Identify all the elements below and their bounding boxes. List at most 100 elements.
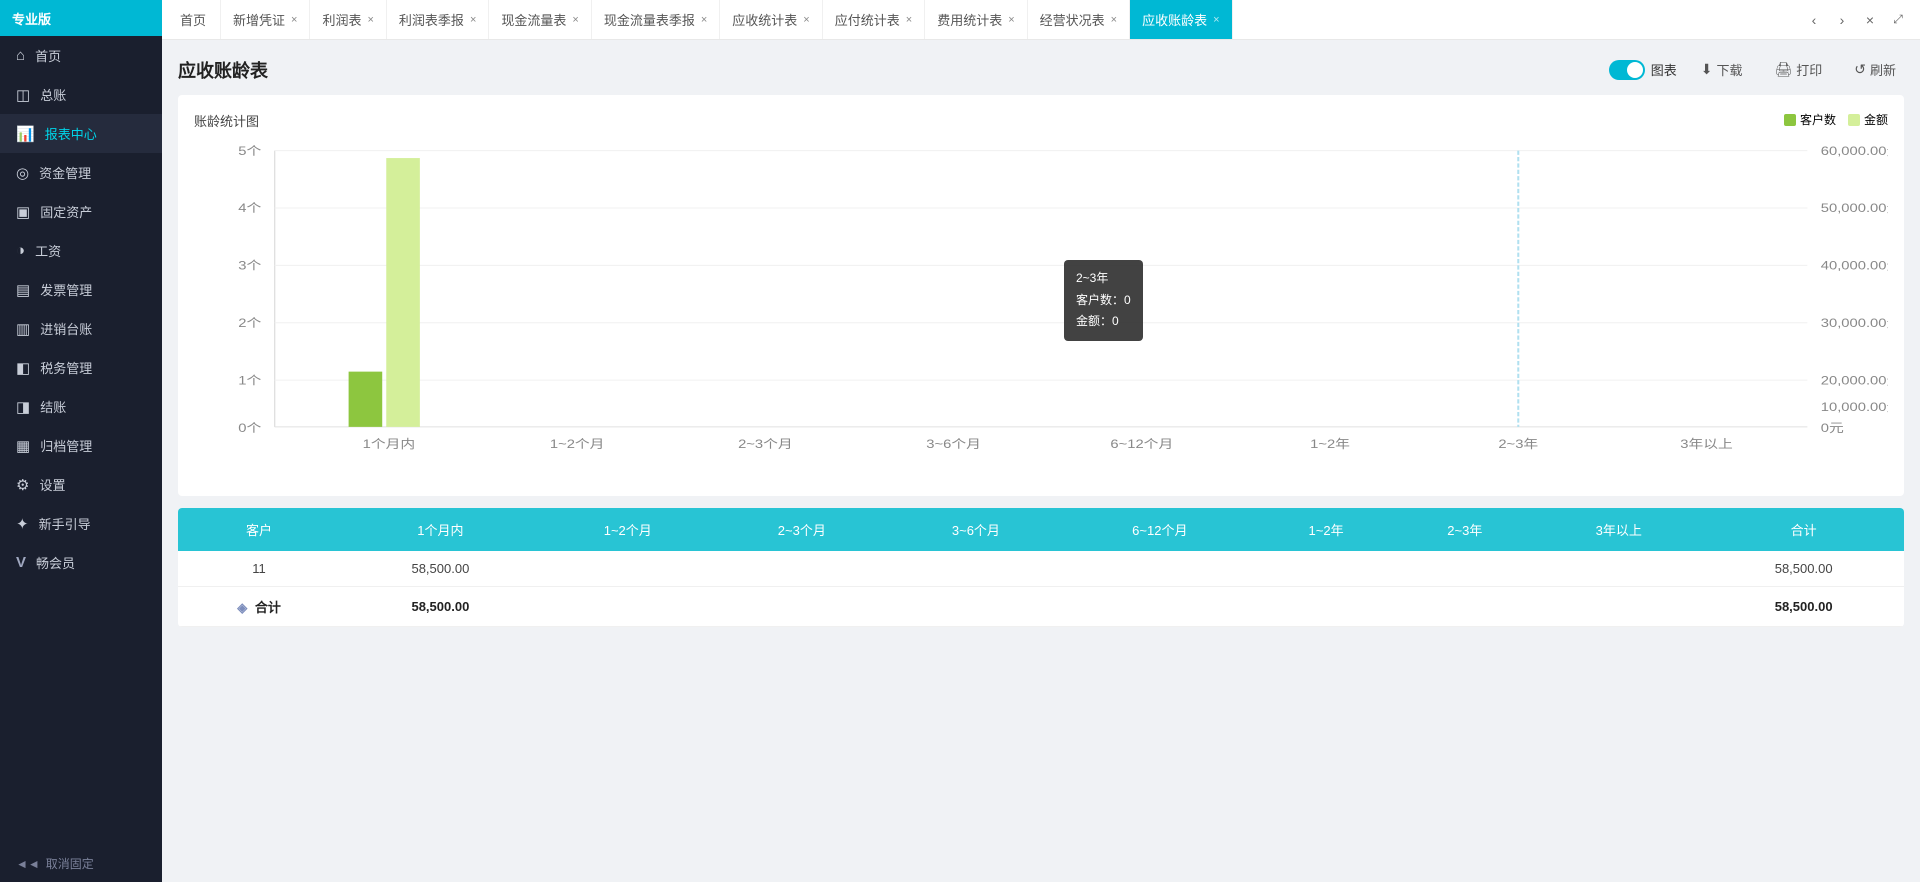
- tab-voucher[interactable]: 新增凭证 ×: [221, 0, 310, 40]
- tab-actions: ‹ › × ⤢: [1796, 8, 1916, 32]
- tab-ar-aging[interactable]: 应收账龄表 ×: [1130, 0, 1232, 40]
- vip-icon: V: [16, 554, 26, 571]
- sidebar-item-label: 归档管理: [40, 436, 92, 455]
- cell-total-year23: [1395, 587, 1534, 627]
- sidebar-item-home[interactable]: ⌂ 首页: [0, 36, 162, 75]
- legend-amount: 金额: [1848, 111, 1888, 128]
- table-row: 11 58,500.00 58,500.00: [178, 551, 1904, 587]
- bar-customers-month1: [349, 372, 383, 427]
- tab-cashflow-close[interactable]: ×: [572, 14, 578, 26]
- tab-home-label: 首页: [180, 10, 206, 29]
- sidebar-item-label: 固定资产: [40, 202, 92, 221]
- print-button[interactable]: 🖨 打印: [1766, 56, 1830, 83]
- tab-profit-quarter[interactable]: 利润表季报 ×: [387, 0, 489, 40]
- tab-voucher-close[interactable]: ×: [291, 14, 297, 26]
- download-button[interactable]: ⬇ 下载: [1693, 56, 1751, 83]
- chart-title: 账龄统计图: [194, 111, 1888, 130]
- col-year12: 1~2年: [1257, 508, 1396, 551]
- tab-ar-aging-close[interactable]: ×: [1213, 14, 1219, 26]
- cell-total-month36: [889, 587, 1063, 627]
- svg-text:5个: 5个: [238, 144, 261, 157]
- tab-operation-close[interactable]: ×: [1111, 14, 1117, 26]
- tab-prev-button[interactable]: ‹: [1802, 8, 1826, 32]
- sales-icon: ▥: [16, 320, 30, 338]
- tab-cashflow-quarter[interactable]: 现金流量表季报 ×: [592, 0, 720, 40]
- total-icon: ◈: [237, 600, 247, 615]
- sidebar-item-assets[interactable]: ▣ 固定资产: [0, 192, 162, 231]
- col-month23: 2~3个月: [715, 508, 889, 551]
- cell-total: 58,500.00: [1703, 551, 1904, 587]
- assets-icon: ▣: [16, 203, 30, 221]
- sidebar-item-label: 结账: [40, 397, 66, 416]
- legend-customers: 客户数: [1784, 111, 1836, 128]
- tab-cashflow-quarter-label: 现金流量表季报: [604, 10, 695, 29]
- sidebar-item-sales[interactable]: ▥ 进销台账: [0, 309, 162, 348]
- cell-month12: [541, 551, 715, 587]
- svg-text:0元: 0元: [1821, 422, 1844, 435]
- svg-text:3年以上: 3年以上: [1680, 438, 1733, 451]
- sidebar-item-archive[interactable]: ▦ 归档管理: [0, 426, 162, 465]
- tab-expense[interactable]: 费用统计表 ×: [925, 0, 1027, 40]
- sidebar-item-label: 新手引导: [39, 514, 91, 533]
- header-actions: 图表 ⬇ 下载 🖨 打印 ↺ 刷新: [1609, 56, 1904, 83]
- total-label: 合计: [255, 600, 281, 615]
- tab-ar-stat[interactable]: 应收统计表 ×: [720, 0, 822, 40]
- tab-ap-stat-close[interactable]: ×: [906, 14, 912, 26]
- gear-icon: ⚙: [16, 476, 29, 494]
- legend-amount-dot: [1848, 114, 1860, 126]
- sidebar-item-label: 报表中心: [45, 124, 97, 143]
- tab-next-button[interactable]: ›: [1830, 8, 1854, 32]
- tab-operation[interactable]: 经营状况表 ×: [1028, 0, 1130, 40]
- chart-svg: 5个 4个 3个 2个 1个 0个 60,000.00元 50,000.00元 …: [194, 140, 1888, 480]
- pin-icon: ◄◄: [16, 857, 40, 871]
- sidebar-item-label: 进销台账: [40, 319, 92, 338]
- sidebar-item-settle[interactable]: ◨ 结账: [0, 387, 162, 426]
- sidebar-item-settings[interactable]: ⚙ 设置: [0, 465, 162, 504]
- tab-maximize-button[interactable]: ⤢: [1886, 8, 1910, 32]
- tab-profit-close[interactable]: ×: [367, 14, 373, 26]
- salary-icon: ◑: [16, 242, 25, 259]
- invoice-icon: ▤: [16, 281, 30, 299]
- sidebar-item-label: 畅会员: [36, 553, 75, 572]
- cell-customer: 11: [178, 551, 340, 587]
- svg-text:6~12个月: 6~12个月: [1110, 438, 1173, 451]
- tab-voucher-label: 新增凭证: [233, 10, 285, 29]
- sidebar-logo: 专业版: [0, 0, 162, 36]
- col-month12: 1~2个月: [541, 508, 715, 551]
- sidebar-item-invoice[interactable]: ▤ 发票管理: [0, 270, 162, 309]
- tab-home[interactable]: 首页: [166, 0, 221, 40]
- sidebar-item-label: 首页: [35, 46, 61, 65]
- refresh-button[interactable]: ↺ 刷新: [1846, 56, 1904, 83]
- tab-cashflow-quarter-close[interactable]: ×: [701, 14, 707, 26]
- tab-close-all-button[interactable]: ×: [1858, 8, 1882, 32]
- chart-toggle-label: 图表: [1651, 60, 1677, 79]
- tab-expense-close[interactable]: ×: [1008, 14, 1014, 26]
- sidebar-item-salary[interactable]: ◑ 工资: [0, 231, 162, 270]
- svg-text:2个: 2个: [238, 316, 261, 329]
- tab-ap-stat[interactable]: 应付统计表 ×: [823, 0, 925, 40]
- chart-container: 账龄统计图 客户数 金额: [178, 95, 1904, 496]
- tab-expense-label: 费用统计表: [937, 10, 1002, 29]
- sidebar-item-vip[interactable]: V 畅会员: [0, 543, 162, 582]
- page-content: 应收账龄表 图表 ⬇ 下载 🖨 打印 ↺ 刷新: [162, 40, 1920, 882]
- tab-cashflow[interactable]: 现金流量表 ×: [489, 0, 591, 40]
- sidebar-item-reports[interactable]: 📊 报表中心: [0, 114, 162, 153]
- main-content: 首页 新增凭证 × 利润表 × 利润表季报 × 现金流量表 × 现金流量表季报 …: [162, 0, 1920, 882]
- sidebar-item-guide[interactable]: ✦ 新手引导: [0, 504, 162, 543]
- tab-profit-quarter-close[interactable]: ×: [470, 14, 476, 26]
- sidebar-item-tax[interactable]: ◧ 税务管理: [0, 348, 162, 387]
- tab-ar-stat-close[interactable]: ×: [803, 14, 809, 26]
- tax-icon: ◧: [16, 359, 30, 377]
- sidebar-item-label: 总账: [40, 85, 66, 104]
- chart-toggle-wrap: 图表: [1609, 60, 1677, 80]
- svg-text:2~3年: 2~3年: [1498, 438, 1538, 451]
- cell-month36: [889, 551, 1063, 587]
- legend-customers-dot: [1784, 114, 1796, 126]
- sidebar-item-ledger[interactable]: ◫ 总账: [0, 75, 162, 114]
- tab-ar-stat-label: 应收统计表: [732, 10, 797, 29]
- tab-profit[interactable]: 利润表 ×: [310, 0, 386, 40]
- chart-toggle[interactable]: [1609, 60, 1645, 80]
- sidebar-pin-toggle[interactable]: ◄◄ 取消固定: [0, 845, 162, 882]
- tab-ar-aging-label: 应收账龄表: [1142, 10, 1207, 29]
- sidebar-item-funds[interactable]: ◎ 资金管理: [0, 153, 162, 192]
